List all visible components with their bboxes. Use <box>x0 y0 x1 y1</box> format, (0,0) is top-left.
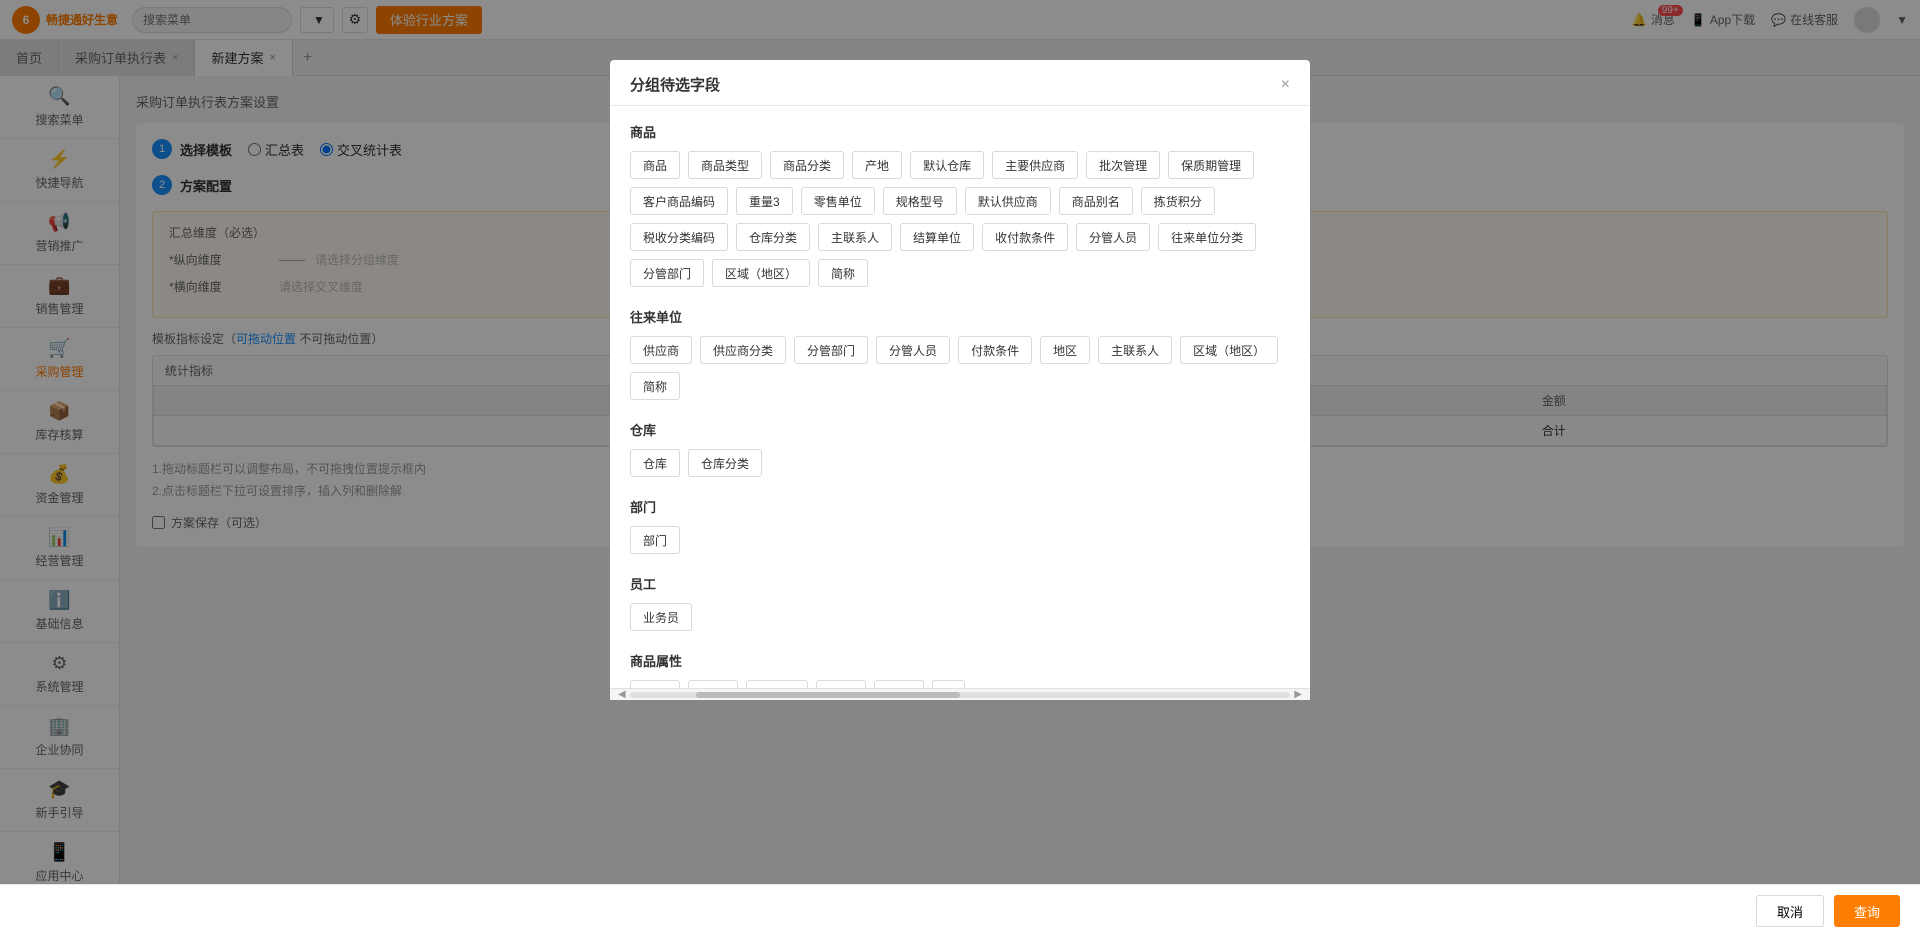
field-tag-goods-category[interactable]: 商品分类 <box>770 151 844 179</box>
section-goods-attrs-title: 商品属性 <box>630 651 1290 670</box>
field-selection-modal: 分组待选字段 × 商品 商品 商品类型 商品分类 产地 默认仓库 主要供应商 批… <box>610 60 1310 700</box>
field-tag-weight3[interactable]: 重量3 <box>736 187 793 215</box>
field-tag-dept[interactable]: 分管部门 <box>630 259 704 287</box>
field-tag-area[interactable]: 地区 <box>1040 336 1090 364</box>
field-tag-origin[interactable]: 产地 <box>852 151 902 179</box>
section-employee-grid: 业务员 <box>630 603 1290 631</box>
section-warehouse-grid: 仓库 仓库分类 <box>630 449 1290 477</box>
field-tag-manager[interactable]: 分管人员 <box>1076 223 1150 251</box>
section-partners: 往来单位 供应商 供应商分类 分管部门 分管人员 付款条件 地区 主联系人 区域… <box>630 307 1290 400</box>
cancel-button[interactable]: 取消 <box>1756 895 1824 927</box>
field-tag-pick-points[interactable]: 拣货积分 <box>1141 187 1215 215</box>
field-tag-region[interactable]: 区域（地区） <box>712 259 810 287</box>
field-tag-warehouse[interactable]: 仓库 <box>630 449 680 477</box>
section-employee-title: 员工 <box>630 574 1290 593</box>
confirm-button[interactable]: 查询 <box>1834 895 1900 927</box>
modal-close-btn[interactable]: × <box>1281 77 1290 93</box>
field-tag-default-warehouse[interactable]: 默认仓库 <box>910 151 984 179</box>
field-tag-region2[interactable]: 区域（地区） <box>1180 336 1278 364</box>
field-tag-shoe-size[interactable]: 鞋码 <box>874 680 924 688</box>
field-tag-settlement-unit[interactable]: 结算单位 <box>900 223 974 251</box>
field-tag-main-contact2[interactable]: 主联系人 <box>1098 336 1172 364</box>
section-partners-grid: 供应商 供应商分类 分管部门 分管人员 付款条件 地区 主联系人 区域（地区） … <box>630 336 1290 400</box>
field-tag-salesperson[interactable]: 业务员 <box>630 603 692 631</box>
field-tag-warehouse-cat[interactable]: 仓库分类 <box>688 449 762 477</box>
horizontal-scrollbar[interactable]: ◀ ▶ <box>610 688 1310 700</box>
field-tag-payment-condition[interactable]: 付款条件 <box>958 336 1032 364</box>
section-employee: 员工 业务员 <box>630 574 1290 631</box>
field-tag-multi-spec[interactable]: 多规格 <box>746 680 808 688</box>
field-tag-abbreviation[interactable]: 简称 <box>630 372 680 400</box>
modal-title: 分组待选字段 <box>630 74 720 95</box>
field-tag-batch-mgmt[interactable]: 批次管理 <box>1086 151 1160 179</box>
modal-footer: 取消 查询 <box>0 884 1920 937</box>
field-tag-mgmt-dept[interactable]: 分管部门 <box>794 336 868 364</box>
field-tag-goods-alias[interactable]: 商品别名 <box>1059 187 1133 215</box>
scroll-track[interactable] <box>630 692 1291 698</box>
modal-overlay: 分组待选字段 × 商品 商品 商品类型 商品分类 产地 默认仓库 主要供应商 批… <box>0 0 1920 937</box>
section-department-title: 部门 <box>630 497 1290 516</box>
modal-header: 分组待选字段 × <box>610 60 1310 106</box>
section-goods-grid: 商品 商品类型 商品分类 产地 默认仓库 主要供应商 批次管理 保质期管理 客户… <box>630 151 1290 287</box>
field-tag-mgmt-person[interactable]: 分管人员 <box>876 336 950 364</box>
field-tag-attr-1[interactable]: 1 <box>932 680 965 688</box>
section-warehouse-title: 仓库 <box>630 420 1290 439</box>
field-tag-expiry-mgmt[interactable]: 保质期管理 <box>1168 151 1254 179</box>
section-warehouse: 仓库 仓库 仓库分类 <box>630 420 1290 477</box>
field-tag-default-supplier[interactable]: 默认供应商 <box>965 187 1051 215</box>
section-department-grid: 部门 <box>630 526 1290 554</box>
field-tag-goods[interactable]: 商品 <box>630 151 680 179</box>
field-tag-main-supplier[interactable]: 主要供应商 <box>992 151 1078 179</box>
field-tag-customer-code[interactable]: 客户商品编码 <box>630 187 728 215</box>
field-tag-supplier[interactable]: 供应商 <box>630 336 692 364</box>
field-tag-main-contact[interactable]: 主联系人 <box>818 223 892 251</box>
field-tag-department[interactable]: 部门 <box>630 526 680 554</box>
section-goods-attrs: 商品属性 属性 颜色 多规格 尺码 鞋码 1 <box>630 651 1290 688</box>
section-goods-attrs-grid: 属性 颜色 多规格 尺码 鞋码 1 <box>630 680 1290 688</box>
field-tag-goods-type[interactable]: 商品类型 <box>688 151 762 179</box>
section-goods-title: 商品 <box>630 122 1290 141</box>
scroll-thumb[interactable] <box>696 692 960 698</box>
scroll-left-arrow[interactable]: ◀ <box>614 689 630 700</box>
field-tag-retail-unit[interactable]: 零售单位 <box>801 187 875 215</box>
field-tag-payment-terms[interactable]: 收付款条件 <box>982 223 1068 251</box>
field-tag-short-name[interactable]: 简称 <box>818 259 868 287</box>
field-tag-tax-code[interactable]: 税收分类编码 <box>630 223 728 251</box>
field-tag-partner-category[interactable]: 往来单位分类 <box>1158 223 1256 251</box>
section-goods: 商品 商品 商品类型 商品分类 产地 默认仓库 主要供应商 批次管理 保质期管理… <box>630 122 1290 287</box>
modal-body[interactable]: 商品 商品 商品类型 商品分类 产地 默认仓库 主要供应商 批次管理 保质期管理… <box>610 106 1310 688</box>
field-tag-attribute[interactable]: 属性 <box>630 680 680 688</box>
scroll-right-arrow[interactable]: ▶ <box>1290 689 1306 700</box>
section-partners-title: 往来单位 <box>630 307 1290 326</box>
field-tag-color[interactable]: 颜色 <box>688 680 738 688</box>
field-tag-size[interactable]: 尺码 <box>816 680 866 688</box>
field-tag-warehouse-category[interactable]: 仓库分类 <box>736 223 810 251</box>
field-tag-supplier-category[interactable]: 供应商分类 <box>700 336 786 364</box>
field-tag-spec-model[interactable]: 规格型号 <box>883 187 957 215</box>
section-department: 部门 部门 <box>630 497 1290 554</box>
